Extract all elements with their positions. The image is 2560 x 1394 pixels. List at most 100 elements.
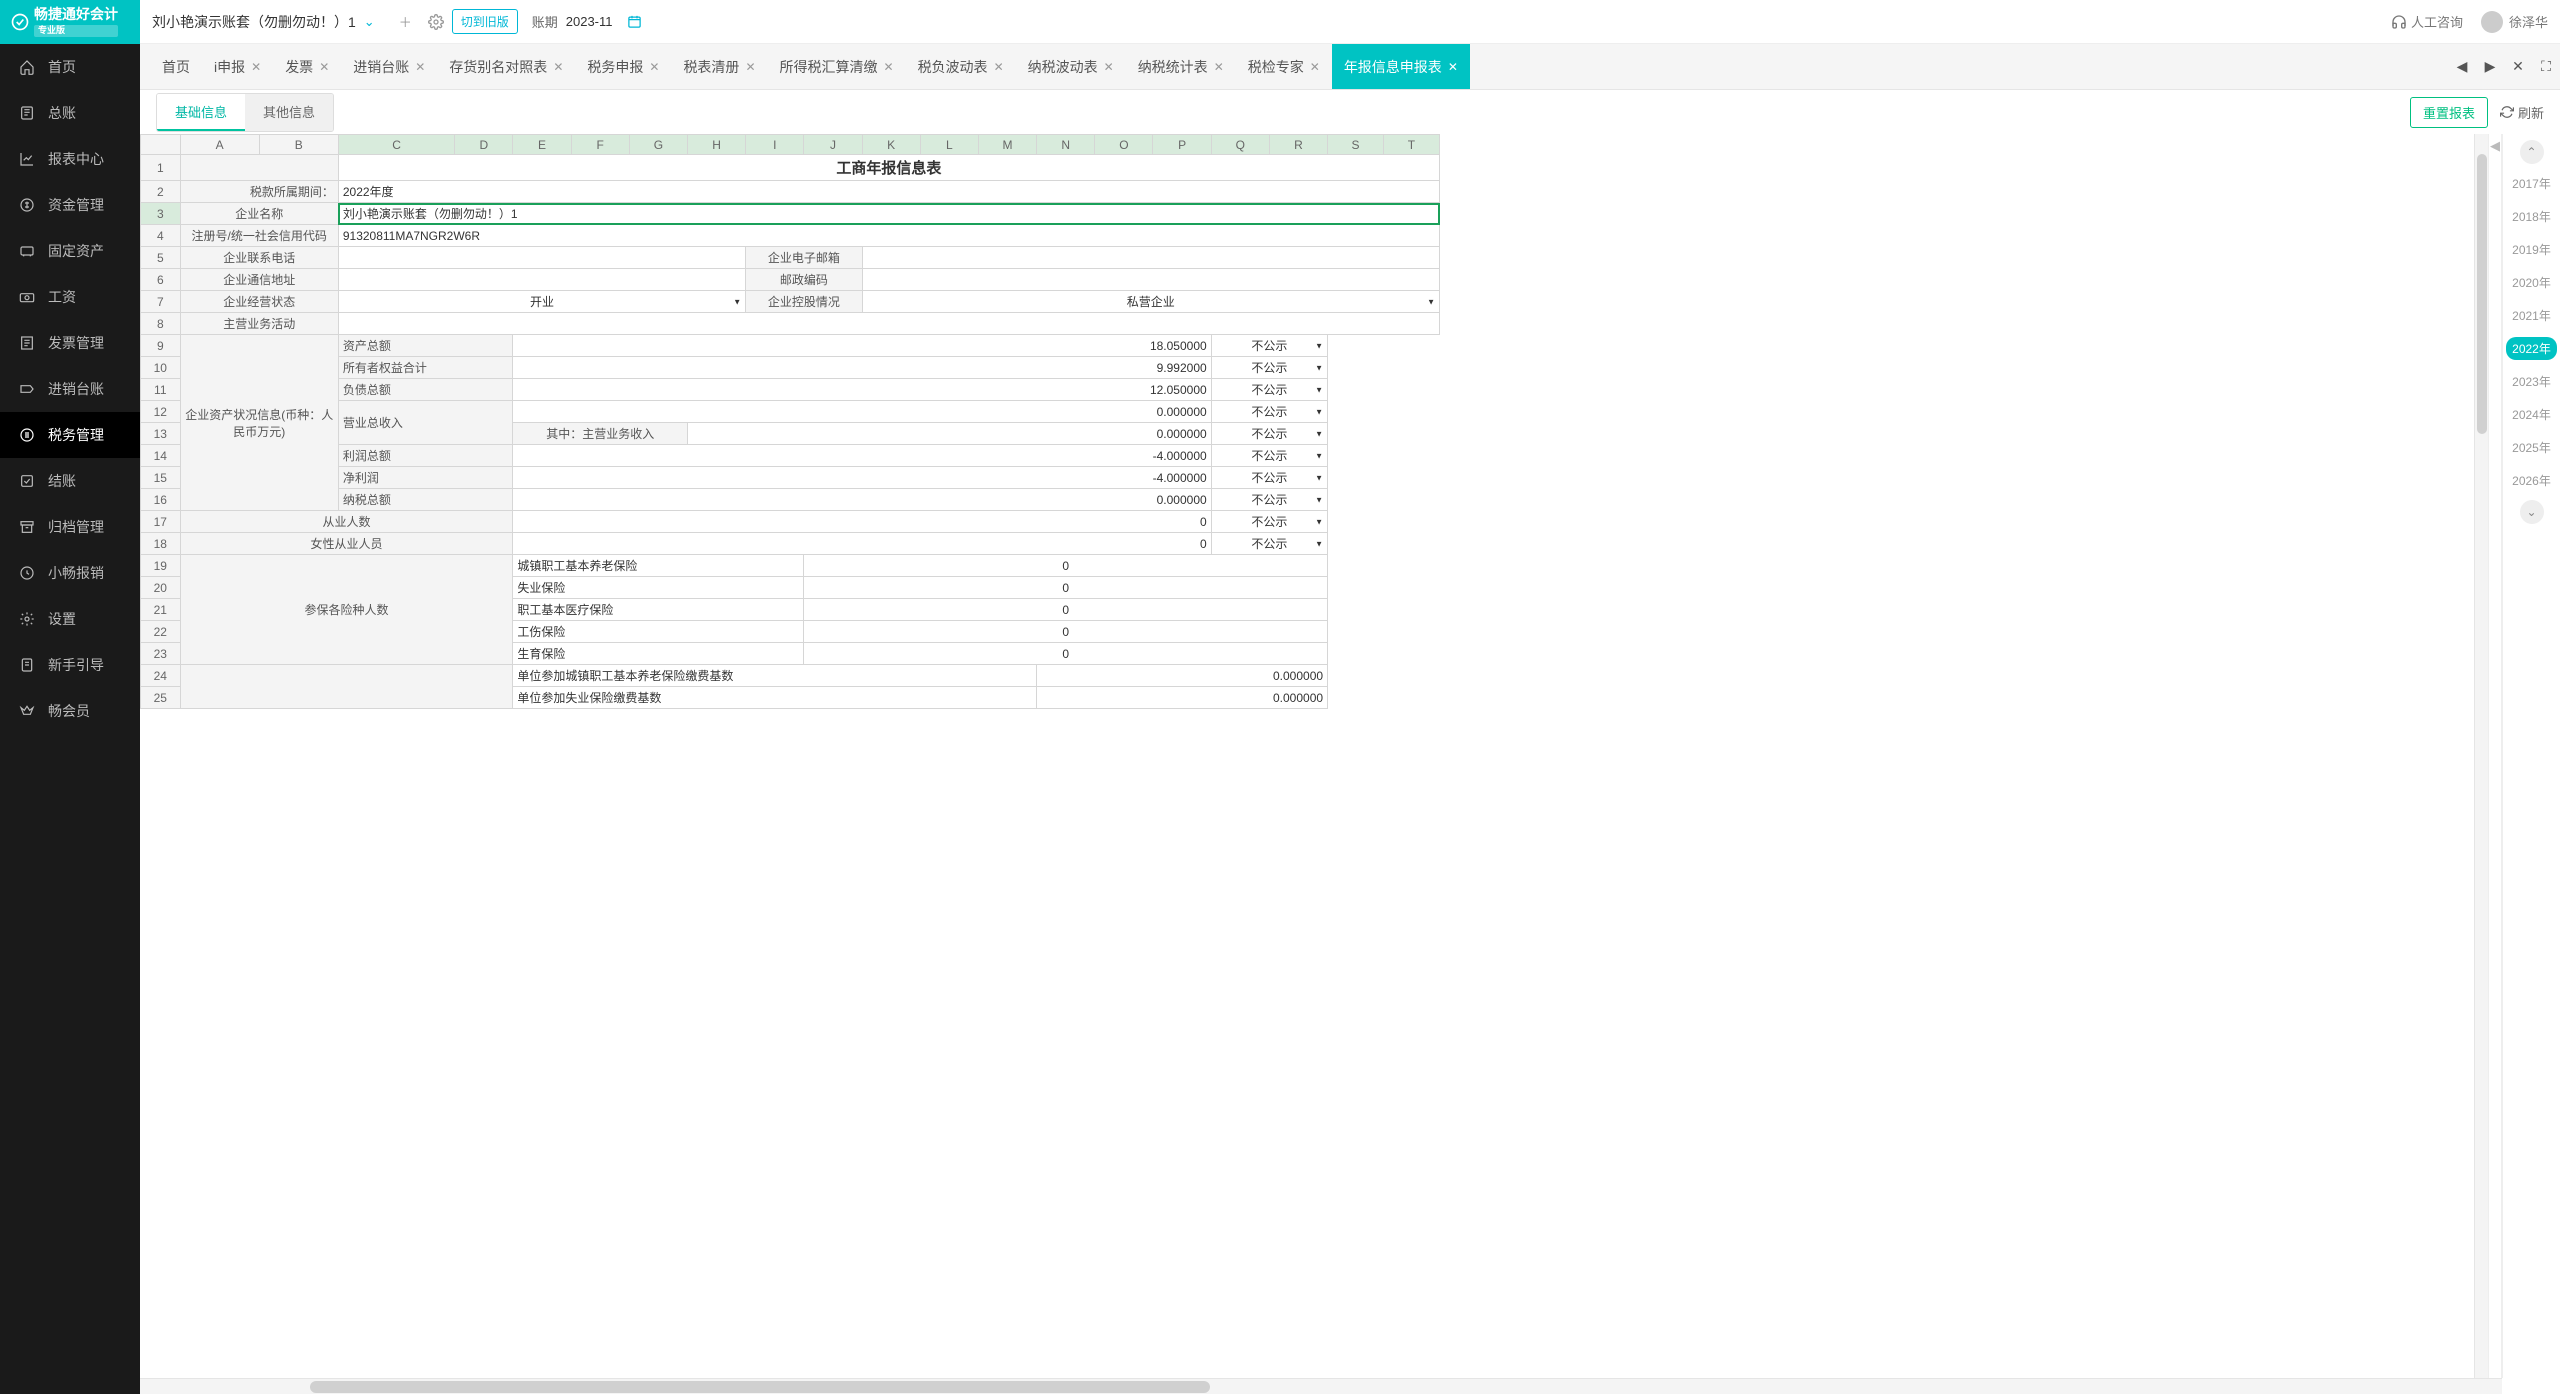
subtab[interactable]: 其他信息 xyxy=(245,94,333,131)
medical-cell[interactable]: 0 xyxy=(804,599,1328,621)
col-header[interactable]: J xyxy=(804,135,862,155)
tabs-close-all-icon[interactable]: ✕ xyxy=(2504,44,2532,89)
corner-cell[interactable] xyxy=(141,135,181,155)
netprofit-cell[interactable]: -4.000000 xyxy=(513,467,1211,489)
col-header[interactable]: Q xyxy=(1211,135,1269,155)
main-revenue-cell[interactable]: 0.000000 xyxy=(687,423,1211,445)
tab-close-icon[interactable]: ✕ xyxy=(994,60,1004,74)
tab[interactable]: 纳税统计表✕ xyxy=(1126,44,1236,89)
col-header[interactable]: G xyxy=(629,135,687,155)
account-settings-icon[interactable] xyxy=(428,14,444,30)
sidebar-item-close[interactable]: 结账 xyxy=(0,458,140,504)
pension-base-cell[interactable]: 0.000000 xyxy=(1037,665,1328,687)
col-header[interactable]: C xyxy=(338,135,454,155)
tab-close-icon[interactable]: ✕ xyxy=(553,60,563,74)
year-up-icon[interactable]: ⌃ xyxy=(2520,140,2544,164)
fullscreen-icon[interactable]: ⛶ xyxy=(2532,44,2560,89)
tab[interactable]: 所得税汇算清缴✕ xyxy=(768,44,906,89)
add-account-icon[interactable]: ＋ xyxy=(399,12,412,31)
equity-pub[interactable]: 不公示 xyxy=(1211,357,1327,379)
year-item[interactable]: 2019年 xyxy=(2506,238,2557,261)
revenue-cell[interactable]: 0.000000 xyxy=(513,401,1211,423)
spreadsheet[interactable]: ABCDEFGHIJKLMNOPQRST 1工商年报信息表 2税款所属期间：20… xyxy=(140,134,2474,1378)
sidebar-item-funds[interactable]: 资金管理 xyxy=(0,182,140,228)
col-header[interactable]: L xyxy=(920,135,978,155)
tabs-prev-icon[interactable]: ◀ xyxy=(2448,44,2476,89)
col-header[interactable]: R xyxy=(1269,135,1327,155)
sidebar-item-guide[interactable]: 新手引导 xyxy=(0,642,140,688)
tab[interactable]: i申报✕ xyxy=(202,44,273,89)
tax-cell[interactable]: 0.000000 xyxy=(513,489,1211,511)
tab-close-icon[interactable]: ✕ xyxy=(884,60,894,74)
liab-cell[interactable]: 12.050000 xyxy=(513,379,1211,401)
year-item[interactable]: 2017年 xyxy=(2506,172,2557,195)
year-item[interactable]: 2024年 xyxy=(2506,403,2557,426)
liab-pub[interactable]: 不公示 xyxy=(1211,379,1327,401)
account-selector[interactable]: 刘小艳演示账套（勿删勿动！）1 xyxy=(152,12,356,32)
col-header[interactable]: E xyxy=(513,135,571,155)
year-item[interactable]: 2021年 xyxy=(2506,304,2557,327)
col-header[interactable]: A xyxy=(180,135,259,155)
reset-report-button[interactable]: 重置报表 xyxy=(2410,97,2488,128)
year-item[interactable]: 2022年 xyxy=(2506,337,2557,360)
col-header[interactable]: T xyxy=(1383,135,1439,155)
col-header[interactable]: S xyxy=(1328,135,1384,155)
tab[interactable]: 发票✕ xyxy=(273,44,341,89)
year-item[interactable]: 2025年 xyxy=(2506,436,2557,459)
user-menu[interactable]: 徐泽华 xyxy=(2481,11,2548,33)
employees-pub[interactable]: 不公示 xyxy=(1211,511,1327,533)
col-header[interactable]: H xyxy=(687,135,745,155)
refresh-button[interactable]: 刷新 xyxy=(2500,103,2544,122)
pension-cell[interactable]: 0 xyxy=(804,555,1328,577)
tab-close-icon[interactable]: ✕ xyxy=(1104,60,1114,74)
total-assets-cell[interactable]: 18.050000 xyxy=(513,335,1211,357)
logo[interactable]: 畅捷通好会计 专业版 xyxy=(0,0,140,44)
period-value[interactable]: 2023-11 xyxy=(566,14,613,29)
sidebar-item-archive[interactable]: 归档管理 xyxy=(0,504,140,550)
sidebar-item-inout[interactable]: 进销台账 xyxy=(0,366,140,412)
col-header[interactable]: O xyxy=(1095,135,1153,155)
subtab[interactable]: 基础信息 xyxy=(157,94,245,131)
netprofit-pub[interactable]: 不公示 xyxy=(1211,467,1327,489)
unemploy-base-cell[interactable]: 0.000000 xyxy=(1037,687,1328,709)
sidebar-item-salary[interactable]: 工资 xyxy=(0,274,140,320)
sidebar-item-asset[interactable]: 固定资产 xyxy=(0,228,140,274)
female-pub[interactable]: 不公示 xyxy=(1211,533,1327,555)
sidebar-item-vip[interactable]: 畅会员 xyxy=(0,688,140,734)
mainbiz-cell[interactable] xyxy=(338,313,1439,335)
sidebar-item-tax[interactable]: 税务管理 xyxy=(0,412,140,458)
status-select[interactable]: 开业 xyxy=(338,291,745,313)
tab[interactable]: 税负波动表✕ xyxy=(906,44,1016,89)
col-header[interactable]: M xyxy=(978,135,1036,155)
collapse-rail-icon[interactable]: ◀ xyxy=(2488,134,2502,1378)
tab[interactable]: 税表清册✕ xyxy=(671,44,767,89)
col-header[interactable]: I xyxy=(746,135,804,155)
female-cell[interactable]: 0 xyxy=(513,533,1211,555)
period-value-cell[interactable]: 2022年度 xyxy=(338,181,1439,203)
reg-code-cell[interactable]: 91320811MA7NGR2W6R xyxy=(338,225,1439,247)
calendar-icon[interactable] xyxy=(627,14,642,29)
col-header[interactable]: P xyxy=(1153,135,1211,155)
holding-select[interactable]: 私营企业 xyxy=(862,291,1439,313)
zip-cell[interactable] xyxy=(862,269,1439,291)
year-item[interactable]: 2026年 xyxy=(2506,469,2557,492)
col-header[interactable]: D xyxy=(455,135,513,155)
equity-cell[interactable]: 9.992000 xyxy=(513,357,1211,379)
sidebar-item-expense[interactable]: 小畅报销 xyxy=(0,550,140,596)
revenue-pub[interactable]: 不公示 xyxy=(1211,401,1327,423)
main-revenue-pub[interactable]: 不公示 xyxy=(1211,423,1327,445)
address-cell[interactable] xyxy=(338,269,745,291)
tab-close-icon[interactable]: ✕ xyxy=(1448,60,1458,74)
tax-pub[interactable]: 不公示 xyxy=(1211,489,1327,511)
sidebar-item-ledger[interactable]: 总账 xyxy=(0,90,140,136)
company-name-cell[interactable]: 刘小艳演示账套（勿删勿动！）1 xyxy=(338,203,1439,225)
year-item[interactable]: 2023年 xyxy=(2506,370,2557,393)
col-header[interactable]: F xyxy=(571,135,629,155)
unemploy-cell[interactable]: 0 xyxy=(804,577,1328,599)
year-down-icon[interactable]: ⌄ xyxy=(2520,500,2544,524)
sidebar-item-invoice[interactable]: 发票管理 xyxy=(0,320,140,366)
tab-close-icon[interactable]: ✕ xyxy=(415,60,425,74)
tab-close-icon[interactable]: ✕ xyxy=(1310,60,1320,74)
tab-close-icon[interactable]: ✕ xyxy=(319,60,329,74)
col-header[interactable]: N xyxy=(1037,135,1095,155)
